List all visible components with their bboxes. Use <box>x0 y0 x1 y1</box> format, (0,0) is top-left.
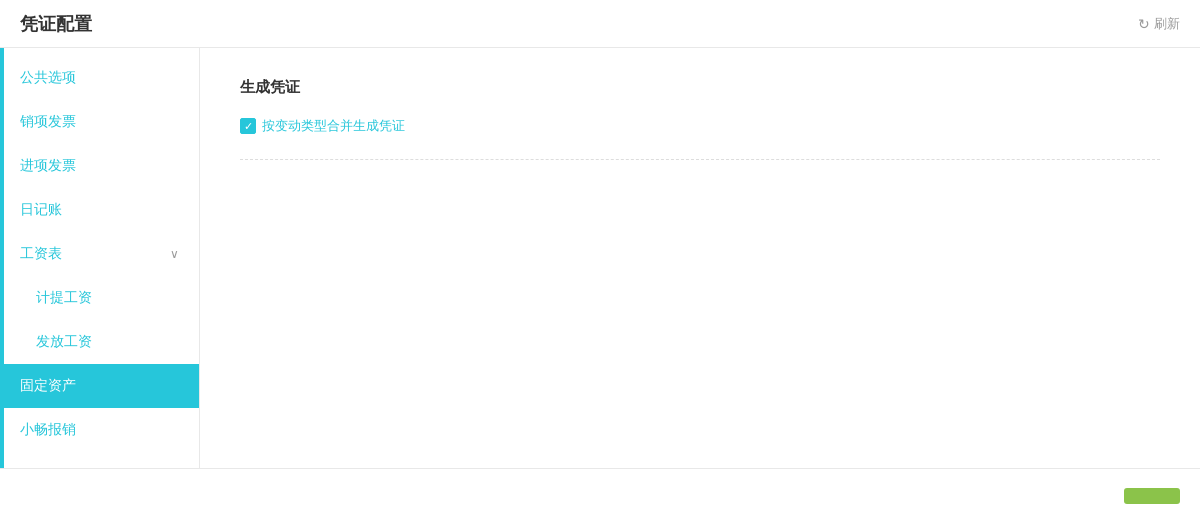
sidebar-accent <box>0 48 4 468</box>
checkbox-wrap[interactable]: 按变动类型合并生成凭证 <box>240 117 405 135</box>
sidebar-item-label-payroll: 工资表 <box>20 245 62 263</box>
page-title: 凭证配置 <box>20 12 92 36</box>
sidebar-item-fixed-assets[interactable]: 固定资产 <box>0 364 199 408</box>
checkbox-merge[interactable] <box>240 118 256 134</box>
sidebar-item-calc-salary[interactable]: 计提工资 <box>0 276 199 320</box>
sidebar-item-public-options[interactable]: 公共选项 <box>0 56 199 100</box>
chevron-down-icon: ∨ <box>170 247 179 261</box>
sidebar-item-label-calc-salary: 计提工资 <box>36 289 92 307</box>
section-divider <box>240 159 1160 160</box>
refresh-button[interactable]: ↻ 刷新 <box>1138 15 1180 33</box>
page-header: 凭证配置 ↻ 刷新 <box>0 0 1200 48</box>
content-area: 生成凭证 按变动类型合并生成凭证 <box>200 48 1200 468</box>
sidebar-item-label-fixed-assets: 固定资产 <box>20 377 76 395</box>
sidebar: 公共选项销项发票进项发票日记账工资表 ∨ 计提工资发放工资固定资产小畅报销 <box>0 48 200 468</box>
sidebar-item-label-purchase-invoice: 进项发票 <box>20 157 76 175</box>
sidebar-item-expense-claim[interactable]: 小畅报销 <box>0 408 199 452</box>
sidebar-item-payroll[interactable]: 工资表 ∨ <box>0 232 199 276</box>
checkbox-label: 按变动类型合并生成凭证 <box>262 117 405 135</box>
sidebar-item-journal[interactable]: 日记账 <box>0 188 199 232</box>
sidebar-item-label-sales-invoice: 销项发票 <box>20 113 76 131</box>
checkbox-row: 按变动类型合并生成凭证 <box>240 117 1160 135</box>
section-title: 生成凭证 <box>240 78 1160 97</box>
main-content: 公共选项销项发票进项发票日记账工资表 ∨ 计提工资发放工资固定资产小畅报销 生成凭证… <box>0 48 1200 468</box>
sidebar-item-purchase-invoice[interactable]: 进项发票 <box>0 144 199 188</box>
sidebar-item-label-public-options: 公共选项 <box>20 69 76 87</box>
refresh-icon: ↻ <box>1138 16 1150 32</box>
sidebar-item-sales-invoice[interactable]: 销项发票 <box>0 100 199 144</box>
sidebar-item-label-journal: 日记账 <box>20 201 62 219</box>
save-button[interactable] <box>1124 488 1180 504</box>
sidebar-item-pay-salary[interactable]: 发放工资 <box>0 320 199 364</box>
sidebar-item-label-pay-salary: 发放工资 <box>36 333 92 351</box>
page-footer <box>0 468 1200 522</box>
refresh-label: 刷新 <box>1154 15 1180 33</box>
sidebar-item-label-expense-claim: 小畅报销 <box>20 421 76 439</box>
